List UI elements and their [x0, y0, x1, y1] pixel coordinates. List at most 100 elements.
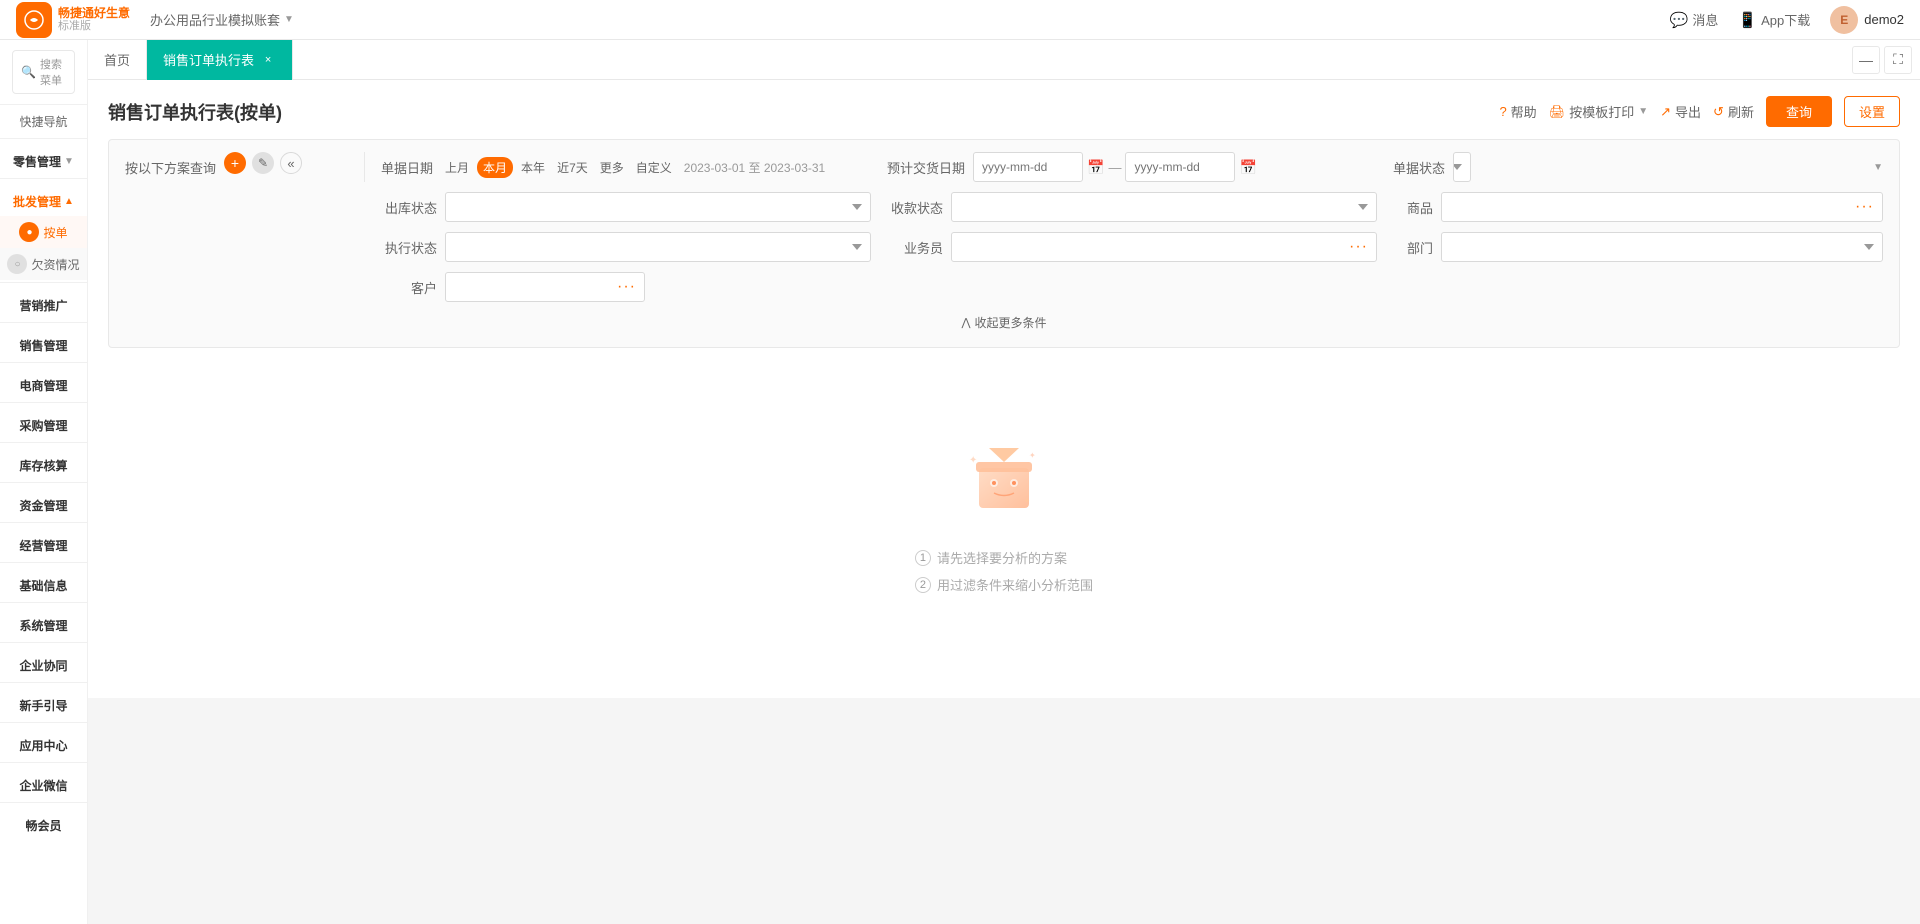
sidebar-item-business[interactable]: 经营管理: [0, 531, 87, 560]
app-name-dropdown[interactable]: 办公用品行业模拟账套 ▼: [150, 10, 294, 29]
status-filter-group: 单据状态 ▼: [1393, 152, 1883, 182]
sidebar-item-by-order[interactable]: ● 按单: [0, 216, 87, 248]
payment-select-wrapper: [951, 192, 1377, 222]
date-tab-7days[interactable]: 近7天: [553, 157, 592, 178]
export-button[interactable]: ↗ 导出: [1660, 102, 1701, 121]
payment-filter-group: 收款状态: [887, 192, 1377, 222]
print-chevron-icon: ▼: [1638, 106, 1648, 117]
status-label: 单据状态: [1393, 158, 1445, 177]
sidebar-section-marketing: 营销推广: [0, 282, 87, 322]
collapse-icon: ⋀: [961, 316, 970, 329]
date-tab-custom[interactable]: 自定义: [632, 157, 676, 178]
help-button[interactable]: ? 帮助: [1499, 102, 1536, 121]
sidebar-section-purchase: 采购管理: [0, 402, 87, 442]
content-area: 首页 销售订单执行表 × — ⛶ 销售订单执行表(按单): [88, 40, 1920, 924]
sidebar-item-member[interactable]: 畅会员: [0, 811, 87, 840]
goods-filter-group: 商品 ···: [1393, 192, 1883, 222]
salesman-dots-icon: ···: [1349, 238, 1368, 256]
cal-icon-2[interactable]: 📅: [1239, 159, 1256, 176]
dept-select[interactable]: [1441, 232, 1883, 262]
search-menu-area[interactable]: 🔍 搜索菜单: [0, 40, 87, 105]
expand-icon: ⛶: [1893, 51, 1903, 68]
date-tabs: 上月 本月 本年 近7天 更多 自定义: [441, 157, 676, 178]
debt-indicator: ○: [7, 254, 27, 274]
sidebar-item-debt[interactable]: ○ 欠资情况: [0, 248, 87, 280]
customer-label: 客户: [381, 278, 437, 297]
top-bar-left: 畅捷通好生意 标准版 办公用品行业模拟账套 ▼: [16, 2, 294, 38]
page-header: 销售订单执行表(按单) ? 帮助 🖨 按模板打印 ▼ ↗: [108, 96, 1900, 127]
date-tab-this-year[interactable]: 本年: [517, 157, 549, 178]
date-tab-more[interactable]: 更多: [596, 157, 628, 178]
sidebar-item-sales[interactable]: 销售管理: [0, 331, 87, 360]
filter-row-2: 出库状态 收款状态: [381, 192, 1883, 222]
tab-minimize-button[interactable]: —: [1852, 46, 1880, 74]
sidebar-item-retail[interactable]: 零售管理 ▼: [0, 147, 87, 176]
date-tab-this-month[interactable]: 本月: [477, 157, 513, 178]
sidebar-item-marketing[interactable]: 营销推广: [0, 291, 87, 320]
download-icon: 📱: [1738, 11, 1757, 29]
add-scheme-button[interactable]: +: [224, 152, 246, 174]
svg-text:✦: ✦: [1024, 497, 1030, 505]
shipment-select[interactable]: [445, 192, 871, 222]
setting-button[interactable]: 设置: [1844, 96, 1900, 127]
date-tab-last-month[interactable]: 上月: [441, 157, 473, 178]
sidebar-item-wechat[interactable]: 企业微信: [0, 771, 87, 800]
payment-select[interactable]: [951, 192, 1377, 222]
customer-input[interactable]: ···: [445, 272, 645, 302]
sidebar-item-appcenter[interactable]: 应用中心: [0, 731, 87, 760]
search-button[interactable]: 查询: [1766, 96, 1832, 127]
logo-area[interactable]: 畅捷通好生意 标准版: [16, 2, 130, 38]
refresh-button[interactable]: ↺ 刷新: [1713, 102, 1754, 121]
filter-panel: 按以下方案查询 + ✎ « 单据日期 上月: [108, 139, 1900, 348]
tab-home[interactable]: 首页: [88, 40, 147, 80]
edit-scheme-button[interactable]: ✎: [252, 152, 274, 174]
top-bar: 畅捷通好生意 标准版 办公用品行业模拟账套 ▼ 💬 消息 📱 App下载 E d…: [0, 0, 1920, 40]
wholesale-submenu: ● 按单 ○ 欠资情况: [0, 216, 87, 280]
dept-label: 部门: [1393, 238, 1433, 257]
sidebar-section-business: 经营管理: [0, 522, 87, 562]
sidebar-item-wholesale[interactable]: 批发管理 ▲: [0, 187, 87, 216]
print-button[interactable]: 🖨 按模板打印 ▼: [1549, 102, 1648, 121]
collapse-scheme-button[interactable]: «: [280, 152, 302, 174]
sidebar-item-newuser[interactable]: 新手引导: [0, 691, 87, 720]
sidebar-item-finance[interactable]: 资金管理: [0, 491, 87, 520]
customer-filter-group: 客户 ···: [381, 272, 645, 302]
sidebar-item-cooperation[interactable]: 企业协同: [0, 651, 87, 680]
shipment-select-wrapper: [445, 192, 871, 222]
empty-tip-2: 2 用过滤条件来缩小分析范围: [915, 575, 1093, 594]
tab-bar: 首页 销售订单执行表 × — ⛶: [88, 40, 1920, 80]
status-chevron-icon: ▼: [1873, 162, 1883, 173]
expected-date-group: 预计交货日期 📅 — 📅: [887, 152, 1377, 182]
app-download-button[interactable]: 📱 App下载: [1738, 10, 1810, 29]
cal-icon-1[interactable]: 📅: [1087, 159, 1104, 176]
user-info[interactable]: E demo2: [1830, 6, 1904, 34]
sidebar-item-purchase[interactable]: 采购管理: [0, 411, 87, 440]
sidebar-item-system[interactable]: 系统管理: [0, 611, 87, 640]
help-icon: ?: [1499, 104, 1506, 119]
sidebar-item-inventory[interactable]: 库存核算: [0, 451, 87, 480]
salesman-filter-group: 业务员 ···: [887, 232, 1377, 262]
sidebar-item-basicinfo[interactable]: 基础信息: [0, 571, 87, 600]
sidebar-section-wechat: 企业微信: [0, 762, 87, 802]
sidebar-item-quick-nav[interactable]: 快捷导航: [0, 105, 87, 138]
sidebar-section-basicinfo: 基础信息: [0, 562, 87, 602]
collapse-button[interactable]: ⋀ 收起更多条件: [125, 310, 1883, 335]
tab-expand-button[interactable]: ⛶: [1884, 46, 1912, 74]
goods-input[interactable]: ···: [1441, 192, 1883, 222]
message-button[interactable]: 💬 消息: [1670, 10, 1719, 29]
sidebar-item-ecommerce[interactable]: 电商管理: [0, 371, 87, 400]
expected-date-start[interactable]: [973, 152, 1083, 182]
expected-date-end[interactable]: [1125, 152, 1235, 182]
sidebar-section-sales: 销售管理: [0, 322, 87, 362]
search-menu-button[interactable]: 🔍 搜索菜单: [12, 50, 75, 94]
tab-sales-order[interactable]: 销售订单执行表 ×: [147, 40, 293, 80]
exec-select[interactable]: [445, 232, 871, 262]
refresh-icon: ↺: [1713, 104, 1724, 120]
tab-close-icon[interactable]: ×: [260, 52, 276, 68]
tab-bar-right: — ⛶: [1852, 46, 1920, 74]
filter-row-4: 客户 ···: [381, 272, 1883, 302]
salesman-input[interactable]: ···: [951, 232, 1377, 262]
status-select[interactable]: [1453, 152, 1471, 182]
expected-date-label: 预计交货日期: [887, 158, 965, 177]
page-content: 销售订单执行表(按单) ? 帮助 🖨 按模板打印 ▼ ↗: [88, 80, 1920, 924]
